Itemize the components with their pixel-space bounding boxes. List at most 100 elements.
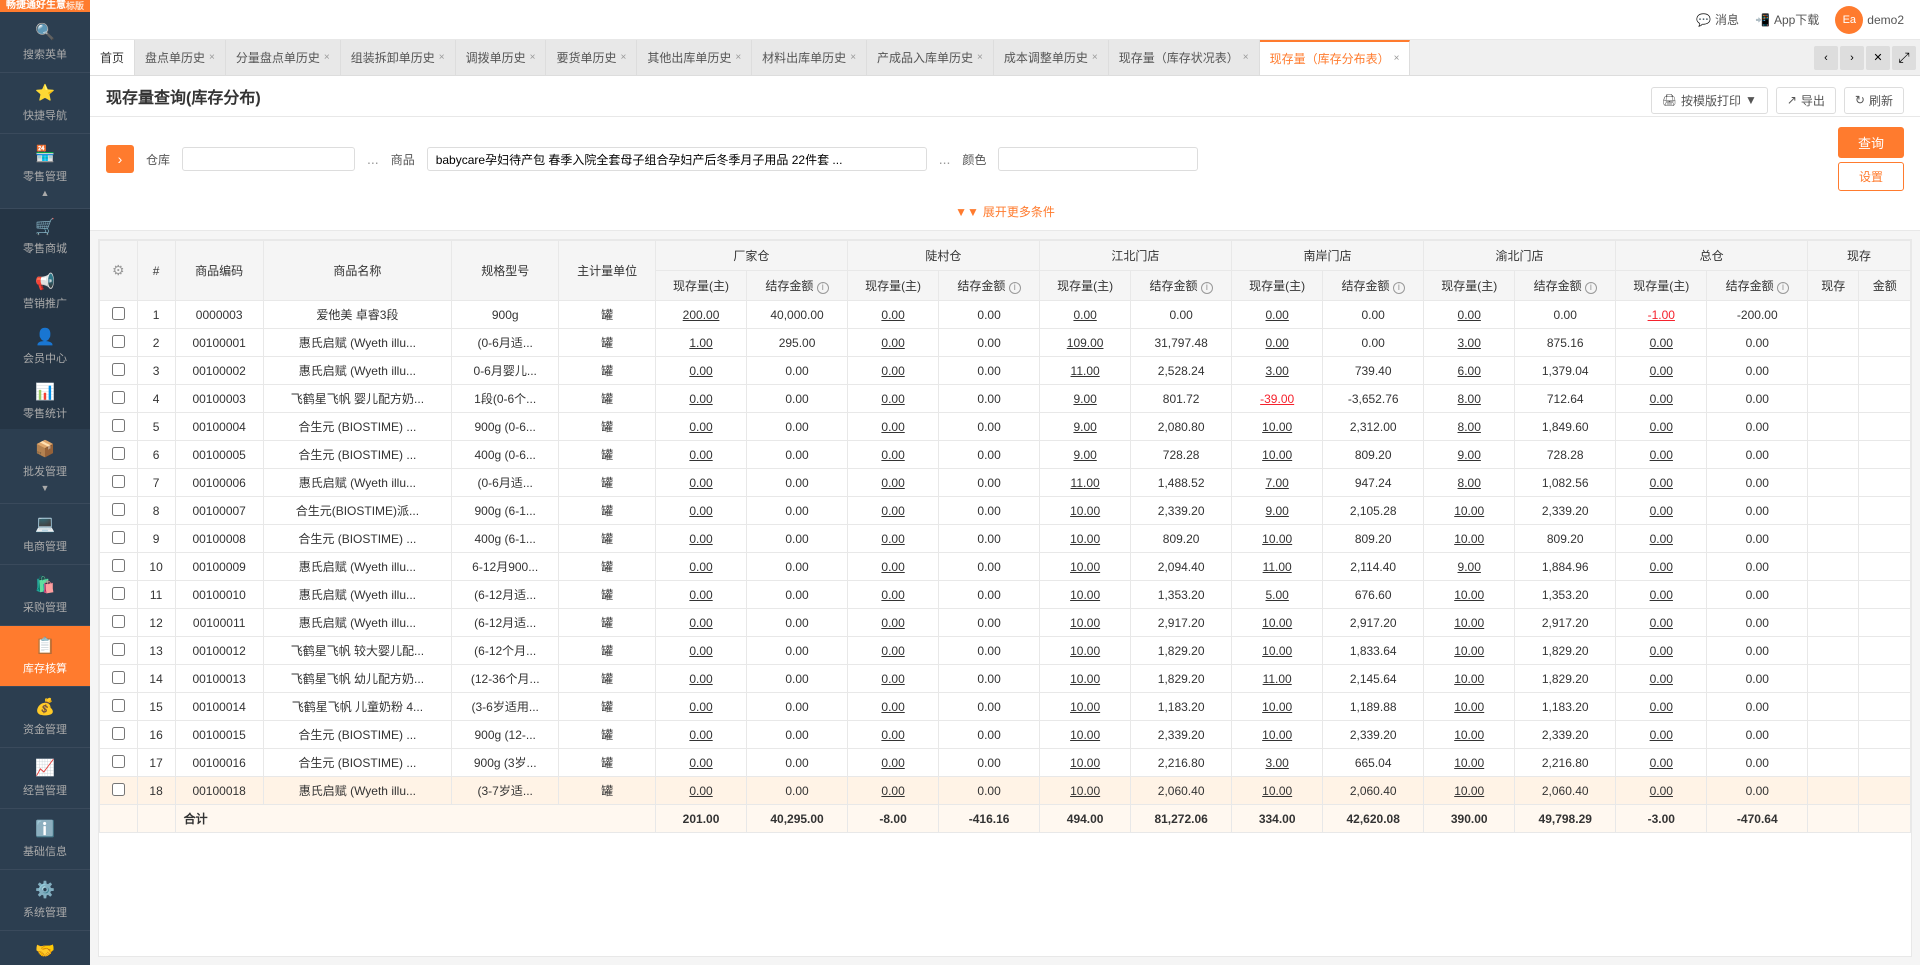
row-mountain-qty[interactable]: 0.00 <box>847 721 938 749</box>
tab-product-in[interactable]: 产成品入库单历史 × <box>867 40 994 76</box>
jiangbei-amt-info[interactable]: i <box>1201 282 1213 294</box>
row-factory-qty[interactable]: 0.00 <box>655 665 746 693</box>
tab-stocktake[interactable]: 盘点单历史 × <box>135 40 226 76</box>
row-factory-qty[interactable]: 1.00 <box>655 329 746 357</box>
print-btn[interactable]: 🖨 按模版打印 ▼ <box>1651 87 1768 114</box>
row-factory-qty[interactable]: 0.00 <box>655 609 746 637</box>
row-factory-qty[interactable]: 0.00 <box>655 413 746 441</box>
row-checkbox[interactable] <box>100 469 138 497</box>
warehouse-input[interactable] <box>182 147 355 171</box>
setting-btn[interactable]: 设置 <box>1838 162 1904 191</box>
sidebar-item-inventory[interactable]: 📋 库存核算 <box>0 626 90 687</box>
refresh-btn[interactable]: ↻ 刷新 <box>1844 87 1904 114</box>
row-mountain-qty[interactable]: 0.00 <box>847 385 938 413</box>
export-btn[interactable]: ↗ 导出 <box>1776 87 1836 114</box>
row-jiangbei-qty[interactable]: 9.00 <box>1039 413 1130 441</box>
sidebar-item-finance[interactable]: 💰 资金管理 <box>0 687 90 748</box>
row-mountain-qty[interactable]: 0.00 <box>847 469 938 497</box>
row-yuebei-qty[interactable]: 10.00 <box>1424 581 1515 609</box>
row-yuebei-qty[interactable]: 3.00 <box>1424 329 1515 357</box>
sidebar-item-purchase[interactable]: 🛍️ 采购管理 <box>0 565 90 626</box>
row-total-qty[interactable]: 0.00 <box>1616 497 1707 525</box>
row-yuebei-qty[interactable]: 8.00 <box>1424 413 1515 441</box>
row-factory-qty[interactable]: 0.00 <box>655 637 746 665</box>
row-nanao-qty[interactable]: 7.00 <box>1231 469 1322 497</box>
row-total-qty[interactable]: 0.00 <box>1616 469 1707 497</box>
row-jiangbei-qty[interactable]: 109.00 <box>1039 329 1130 357</box>
row-factory-qty[interactable]: 0.00 <box>655 525 746 553</box>
row-total-qty[interactable]: 0.00 <box>1616 525 1707 553</box>
row-nanao-qty[interactable]: 10.00 <box>1231 721 1322 749</box>
tab-stock-dist[interactable]: 现存量（库存分布表） × <box>1260 40 1411 76</box>
color-input[interactable] <box>998 147 1198 171</box>
tab-close-icon[interactable]: × <box>1243 52 1249 63</box>
app-download-btn[interactable]: 📲 App下载 <box>1755 11 1819 28</box>
row-nanao-qty[interactable]: 10.00 <box>1231 441 1322 469</box>
row-mountain-qty[interactable]: 0.00 <box>847 357 938 385</box>
row-yuebei-qty[interactable]: 0.00 <box>1424 301 1515 329</box>
row-mountain-qty[interactable]: 0.00 <box>847 413 938 441</box>
row-mountain-qty[interactable]: 0.00 <box>847 301 938 329</box>
row-yuebei-qty[interactable]: 8.00 <box>1424 385 1515 413</box>
tab-close-icon[interactable]: × <box>977 52 983 63</box>
row-jiangbei-qty[interactable]: 10.00 <box>1039 581 1130 609</box>
row-checkbox[interactable] <box>100 385 138 413</box>
row-nanao-qty[interactable]: 0.00 <box>1231 301 1322 329</box>
sidebar-item-ecommerce[interactable]: 💻 电商管理 <box>0 504 90 565</box>
row-factory-qty[interactable]: 0.00 <box>655 693 746 721</box>
row-nanao-qty[interactable]: 10.00 <box>1231 693 1322 721</box>
row-yuebei-qty[interactable]: 10.00 <box>1424 637 1515 665</box>
row-jiangbei-qty[interactable]: 9.00 <box>1039 441 1130 469</box>
tab-home[interactable]: 首页 <box>90 40 135 76</box>
row-checkbox[interactable] <box>100 749 138 777</box>
row-total-qty[interactable]: 0.00 <box>1616 385 1707 413</box>
row-mountain-qty[interactable]: 0.00 <box>847 497 938 525</box>
sidebar-item-member[interactable]: 👤 会员中心 <box>0 319 90 374</box>
row-jiangbei-qty[interactable]: 11.00 <box>1039 469 1130 497</box>
row-factory-qty[interactable]: 0.00 <box>655 385 746 413</box>
row-yuebei-qty[interactable]: 10.00 <box>1424 665 1515 693</box>
row-nanao-qty[interactable]: 3.00 <box>1231 749 1322 777</box>
row-factory-qty[interactable]: 0.00 <box>655 441 746 469</box>
row-total-qty[interactable]: 0.00 <box>1616 581 1707 609</box>
row-jiangbei-qty[interactable]: 10.00 <box>1039 777 1130 805</box>
nanao-amt-info[interactable]: i <box>1393 282 1405 294</box>
row-yuebei-qty[interactable]: 6.00 <box>1424 357 1515 385</box>
row-mountain-qty[interactable]: 0.00 <box>847 581 938 609</box>
row-mountain-qty[interactable]: 0.00 <box>847 637 938 665</box>
row-total-qty[interactable]: -1.00 <box>1616 301 1707 329</box>
row-yuebei-qty[interactable]: 10.00 <box>1424 525 1515 553</box>
row-checkbox[interactable] <box>100 357 138 385</box>
row-total-qty[interactable]: 0.00 <box>1616 357 1707 385</box>
tab-close-icon[interactable]: × <box>439 52 445 63</box>
row-factory-qty[interactable]: 0.00 <box>655 357 746 385</box>
row-total-qty[interactable]: 0.00 <box>1616 777 1707 805</box>
tab-stock-status[interactable]: 现存量（库存状况表） × <box>1109 40 1260 76</box>
tab-nav-next[interactable]: › <box>1840 46 1864 70</box>
row-factory-qty[interactable]: 0.00 <box>655 497 746 525</box>
tab-close-icon[interactable]: × <box>735 52 741 63</box>
row-yuebei-qty[interactable]: 10.00 <box>1424 497 1515 525</box>
product-input[interactable] <box>427 147 927 171</box>
row-yuebei-qty[interactable]: 9.00 <box>1424 441 1515 469</box>
row-mountain-qty[interactable]: 0.00 <box>847 777 938 805</box>
row-factory-qty[interactable]: 0.00 <box>655 581 746 609</box>
row-jiangbei-qty[interactable]: 10.00 <box>1039 665 1130 693</box>
row-mountain-qty[interactable]: 0.00 <box>847 693 938 721</box>
row-total-qty[interactable]: 0.00 <box>1616 637 1707 665</box>
row-checkbox[interactable] <box>100 721 138 749</box>
row-yuebei-qty[interactable]: 10.00 <box>1424 609 1515 637</box>
mountain-amt-info[interactable]: i <box>1009 282 1021 294</box>
row-nanao-qty[interactable]: 10.00 <box>1231 413 1322 441</box>
row-total-qty[interactable]: 0.00 <box>1616 749 1707 777</box>
row-total-qty[interactable]: 0.00 <box>1616 329 1707 357</box>
tab-disassemble[interactable]: 组装拆卸单历史 × <box>341 40 456 76</box>
row-total-qty[interactable]: 0.00 <box>1616 553 1707 581</box>
tab-other-out[interactable]: 其他出库单历史 × <box>637 40 752 76</box>
row-jiangbei-qty[interactable]: 10.00 <box>1039 749 1130 777</box>
row-jiangbei-qty[interactable]: 9.00 <box>1039 385 1130 413</box>
tab-close-icon[interactable]: × <box>1092 52 1098 63</box>
total-amt-info[interactable]: i <box>1777 282 1789 294</box>
row-nanao-qty[interactable]: 11.00 <box>1231 553 1322 581</box>
row-factory-qty[interactable]: 0.00 <box>655 721 746 749</box>
